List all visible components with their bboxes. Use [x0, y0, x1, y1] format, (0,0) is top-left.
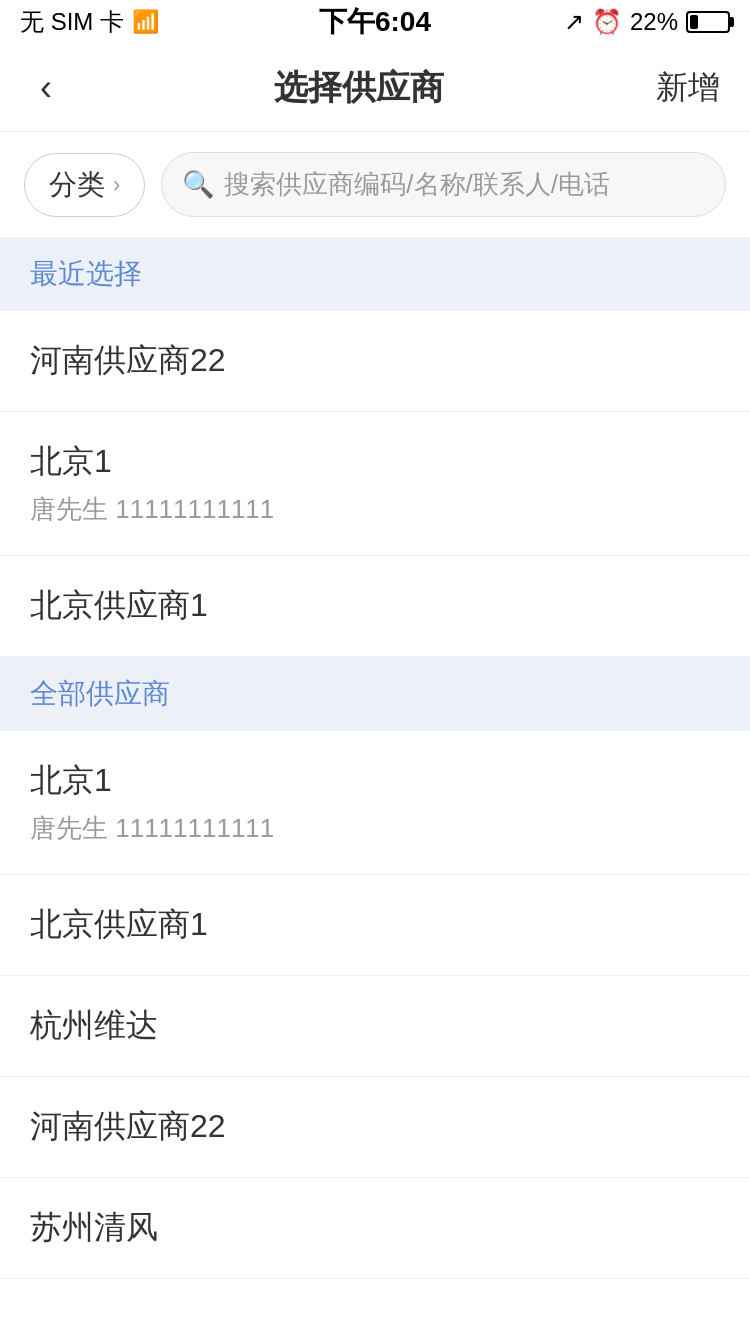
battery-bar	[686, 11, 730, 33]
category-label: 分类	[49, 166, 105, 204]
item-name: 苏州清风	[30, 1206, 720, 1250]
status-time: 下午6:04	[319, 3, 431, 41]
item-name: 北京供应商1	[30, 903, 720, 947]
list-item[interactable]: 北京供应商1	[0, 875, 750, 976]
status-left: 无 SIM 卡 📶	[20, 6, 159, 38]
item-name: 北京1	[30, 440, 720, 484]
all-section-header: 全部供应商	[0, 657, 750, 731]
item-sub: 唐先生 11111111111	[30, 492, 720, 527]
list-item[interactable]: 河南供应商22	[0, 1077, 750, 1178]
battery-fill	[690, 15, 698, 29]
search-placeholder: 搜索供应商编码/名称/联系人/电话	[224, 167, 610, 202]
list-item[interactable]: 苏州清风	[0, 1178, 750, 1279]
status-right: ↗ ⏰ 22%	[564, 8, 730, 36]
recent-list: 河南供应商22 北京1 唐先生 11111111111 北京供应商1	[0, 311, 750, 657]
status-bar: 无 SIM 卡 📶 下午6:04 ↗ ⏰ 22%	[0, 0, 750, 44]
filter-bar: 分类 › 🔍 搜索供应商编码/名称/联系人/电话	[0, 132, 750, 237]
item-name: 河南供应商22	[30, 1105, 720, 1149]
chevron-right-icon: ›	[113, 172, 120, 198]
page-title: 选择供应商	[274, 65, 444, 111]
item-name: 北京1	[30, 759, 720, 803]
search-bar[interactable]: 🔍 搜索供应商编码/名称/联系人/电话	[161, 152, 726, 217]
list-item[interactable]: 北京供应商1	[0, 556, 750, 657]
search-icon: 🔍	[182, 169, 214, 200]
list-item[interactable]: 北京1 唐先生 11111111111	[0, 731, 750, 875]
recent-section-header: 最近选择	[0, 237, 750, 311]
all-list: 北京1 唐先生 11111111111 北京供应商1 杭州维达河南供应商22 苏州清风	[0, 731, 750, 1279]
all-section-label: 全部供应商	[30, 678, 170, 709]
list-item[interactable]: 北京1 唐先生 11111111111	[0, 412, 750, 556]
nav-bar: ‹ 选择供应商 新增	[0, 44, 750, 132]
location-icon: ↗	[564, 8, 584, 36]
item-name: 河南供应商22	[30, 339, 720, 383]
alarm-icon: ⏰	[592, 8, 622, 36]
item-sub: 唐先生 11111111111	[30, 811, 720, 846]
item-name: 杭州维达	[30, 1004, 720, 1048]
item-name: 北京供应商1	[30, 584, 720, 628]
back-button[interactable]: ‹	[30, 57, 62, 119]
no-sim-text: 无 SIM 卡	[20, 6, 124, 38]
battery-percentage: 22%	[630, 8, 678, 36]
add-button[interactable]: 新增	[656, 66, 720, 110]
wifi-icon: 📶	[132, 9, 159, 35]
recent-section-label: 最近选择	[30, 258, 142, 289]
list-item[interactable]: 河南供应商22	[0, 311, 750, 412]
category-button[interactable]: 分类 ›	[24, 153, 145, 217]
list-item[interactable]: 杭州维达	[0, 976, 750, 1077]
